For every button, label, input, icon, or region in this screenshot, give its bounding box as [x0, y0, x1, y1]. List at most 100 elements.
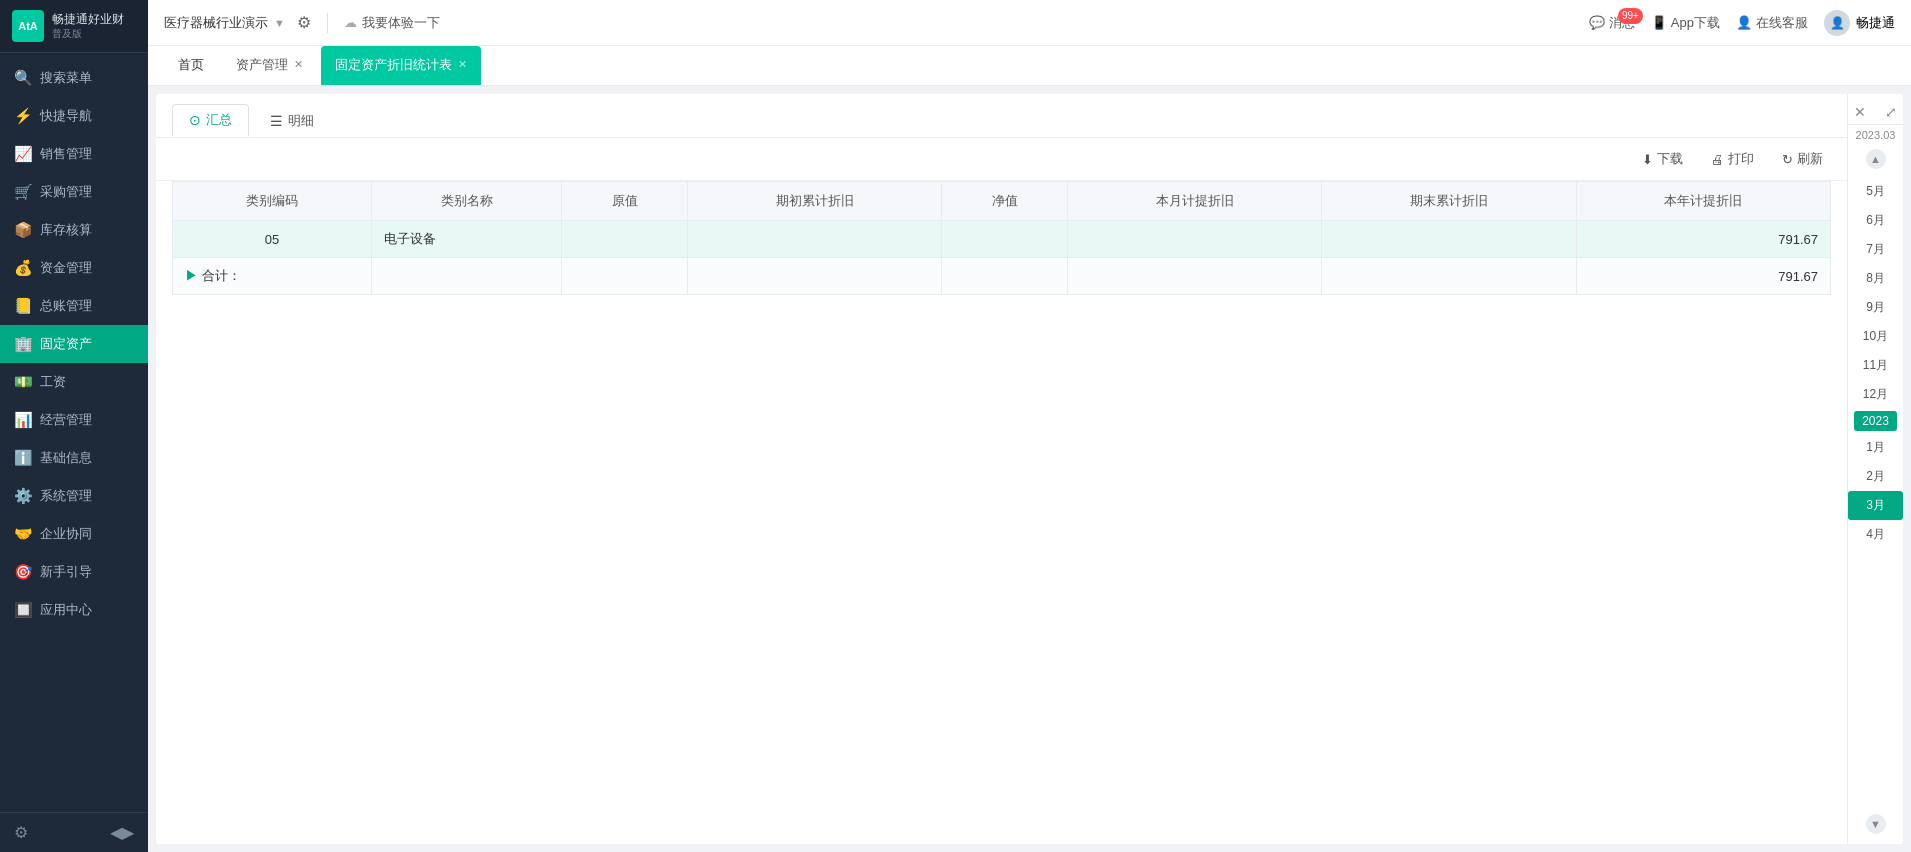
sidebar-item-purchase[interactable]: 🛒 采购管理: [0, 173, 148, 211]
sidebar-item-basic-info[interactable]: ℹ️ 基础信息: [0, 439, 148, 477]
sidebar-item-label: 应用中心: [40, 601, 92, 619]
month-item-12[interactable]: 12月: [1848, 380, 1903, 409]
app-name: 畅捷通好业财: [52, 11, 124, 28]
sidebar-item-label: 经营管理: [40, 411, 92, 429]
sidebar-item-label: 新手引导: [40, 563, 92, 581]
download-icon: ⬇: [1642, 152, 1653, 167]
sub-tab-summary[interactable]: ⊙ 汇总: [172, 104, 249, 137]
sidebar-item-guide[interactable]: 🎯 新手引导: [0, 553, 148, 591]
month-item-3[interactable]: 3月: [1848, 491, 1903, 520]
month-item-6[interactable]: 6月: [1848, 206, 1903, 235]
depreciation-table: 类别编码 类别名称 原值 期初累计折旧 净值 本月计提折旧 期末累计折旧 本年计…: [172, 181, 1831, 295]
sidebar-item-finance[interactable]: 💰 资金管理: [0, 249, 148, 287]
topbar: 医疗器械行业演示 ▼ ⚙ ☁ 我要体验一下 💬 消息 99+ 📱 App下载 👤…: [148, 0, 1911, 46]
settings-icon[interactable]: ⚙: [14, 823, 28, 842]
cell-net-value: [942, 221, 1068, 258]
panel-expand-icon[interactable]: ⤢: [1885, 104, 1897, 120]
sidebar-item-app-center[interactable]: 🔲 应用中心: [0, 591, 148, 629]
purchase-icon: 🛒: [14, 183, 32, 201]
message-icon: 💬: [1589, 15, 1605, 30]
panel-close-icon[interactable]: ✕: [1854, 104, 1866, 120]
app-download-label: App下载: [1671, 14, 1720, 32]
sidebar-item-operations[interactable]: 📊 经营管理: [0, 401, 148, 439]
print-btn[interactable]: 🖨 打印: [1703, 146, 1762, 172]
tab-asset-mgmt[interactable]: 资产管理 ✕: [222, 46, 317, 85]
topbar-right: 💬 消息 99+ 📱 App下载 👤 在线客服 👤 畅捷通: [1589, 10, 1895, 36]
experience-label: 我要体验一下: [362, 14, 440, 32]
app-download-btn[interactable]: 📱 App下载: [1651, 14, 1720, 32]
sidebar-item-search[interactable]: 🔍 搜索菜单: [0, 59, 148, 97]
tab-asset-mgmt-close[interactable]: ✕: [294, 58, 303, 71]
cell-code: 05: [173, 221, 372, 258]
table-container: 类别编码 类别名称 原值 期初累计折旧 净值 本月计提折旧 期末累计折旧 本年计…: [156, 181, 1847, 844]
company-selector[interactable]: 医疗器械行业演示 ▼: [164, 14, 285, 32]
inventory-icon: 📦: [14, 221, 32, 239]
panel-scroll-down-btn[interactable]: ▼: [1866, 814, 1886, 834]
month-item-8[interactable]: 8月: [1848, 264, 1903, 293]
month-item-11[interactable]: 11月: [1848, 351, 1903, 380]
table-total-row: ▶ 合计： 791.67: [173, 258, 1831, 295]
online-service-btn[interactable]: 👤 在线客服: [1736, 14, 1808, 32]
col-header-net-value: 净值: [942, 182, 1068, 221]
company-settings-icon[interactable]: ⚙: [297, 13, 311, 32]
panel-year-label: 2023.03: [1850, 125, 1902, 145]
sidebar-item-inventory[interactable]: 📦 库存核算: [0, 211, 148, 249]
year-badge-2023: 2023: [1854, 411, 1897, 431]
month-item-1[interactable]: 1月: [1848, 433, 1903, 462]
col-header-period-end-depreciation: 期末累计折旧: [1322, 182, 1576, 221]
guide-icon: 🎯: [14, 563, 32, 581]
app-logo-icon: AtA: [12, 10, 44, 42]
total-label-cell: ▶ 合计：: [173, 258, 372, 295]
sidebar-item-quick-nav[interactable]: ⚡ 快捷导航: [0, 97, 148, 135]
sidebar-item-label: 系统管理: [40, 487, 92, 505]
cell-period-end-dep: [1322, 221, 1576, 258]
collapse-icon[interactable]: ◀▶: [110, 823, 134, 842]
enterprise-icon: 🤝: [14, 525, 32, 543]
col-header-original: 原值: [562, 182, 688, 221]
sidebar-item-label: 搜索菜单: [40, 69, 92, 87]
sub-tabs: ⊙ 汇总 ☰ 明细: [156, 94, 1847, 138]
search-menu-icon: 🔍: [14, 69, 32, 87]
sales-icon: 📈: [14, 145, 32, 163]
col-header-annual-depreciation: 本年计提折旧: [1576, 182, 1830, 221]
tab-depreciation[interactable]: 固定资产折旧统计表 ✕: [321, 46, 481, 85]
tab-home[interactable]: 首页: [164, 46, 218, 85]
sidebar-item-label: 基础信息: [40, 449, 92, 467]
month-item-7[interactable]: 7月: [1848, 235, 1903, 264]
system-icon: ⚙️: [14, 487, 32, 505]
refresh-btn[interactable]: ↻ 刷新: [1774, 146, 1831, 172]
experience-btn[interactable]: ☁ 我要体验一下: [344, 14, 440, 32]
sidebar-item-sales[interactable]: 📈 销售管理: [0, 135, 148, 173]
sub-tab-detail[interactable]: ☰ 明细: [253, 104, 331, 137]
tab-home-label: 首页: [178, 56, 204, 74]
sidebar-item-general-ledger[interactable]: 📒 总账管理: [0, 287, 148, 325]
main-area: 医疗器械行业演示 ▼ ⚙ ☁ 我要体验一下 💬 消息 99+ 📱 App下载 👤…: [148, 0, 1911, 852]
tab-depreciation-close[interactable]: ✕: [458, 58, 467, 71]
payroll-icon: 💵: [14, 373, 32, 391]
message-btn[interactable]: 💬 消息 99+: [1589, 14, 1635, 32]
sidebar-item-system[interactable]: ⚙️ 系统管理: [0, 477, 148, 515]
tabs-bar: 首页 资产管理 ✕ 固定资产折旧统计表 ✕: [148, 46, 1911, 86]
month-item-2[interactable]: 2月: [1848, 462, 1903, 491]
month-item-5[interactable]: 5月: [1848, 177, 1903, 206]
sidebar-item-label: 资金管理: [40, 259, 92, 277]
total-initial-dep: [688, 258, 942, 295]
panel-scroll-up-btn[interactable]: ▲: [1866, 149, 1886, 169]
sidebar-item-payroll[interactable]: 💵 工资: [0, 363, 148, 401]
month-item-10[interactable]: 10月: [1848, 322, 1903, 351]
sidebar-item-label: 销售管理: [40, 145, 92, 163]
sidebar-footer: ⚙ ◀▶: [0, 812, 148, 852]
month-item-4[interactable]: 4月: [1848, 520, 1903, 549]
avatar: 👤: [1824, 10, 1850, 36]
sidebar-item-fixed-assets[interactable]: 🏢 固定资产: [0, 325, 148, 363]
download-btn[interactable]: ⬇ 下载: [1634, 146, 1691, 172]
user-menu[interactable]: 👤 畅捷通: [1824, 10, 1895, 36]
refresh-icon: ↻: [1782, 152, 1793, 167]
month-item-9[interactable]: 9月: [1848, 293, 1903, 322]
sidebar-item-enterprise[interactable]: 🤝 企业协同: [0, 515, 148, 553]
operations-icon: 📊: [14, 411, 32, 429]
quick-nav-icon: ⚡: [14, 107, 32, 125]
fixed-assets-icon: 🏢: [14, 335, 32, 353]
page-container: ⊙ 汇总 ☰ 明细 ⬇ 下载 🖨 打印 ↻: [156, 94, 1847, 844]
total-net-value: [942, 258, 1068, 295]
